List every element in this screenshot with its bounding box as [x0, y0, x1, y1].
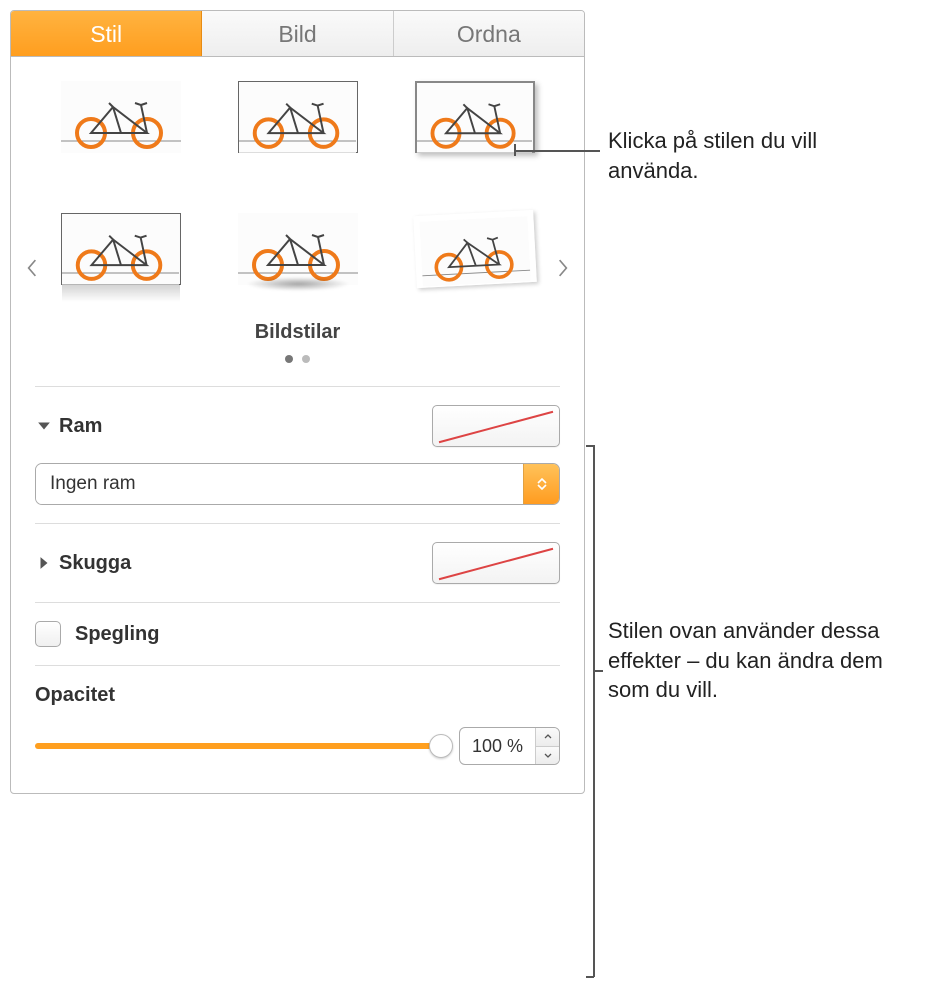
spegling-checkbox[interactable]: [35, 621, 61, 647]
spegling-label: Spegling: [75, 623, 159, 646]
page-dot-1[interactable]: [285, 355, 293, 363]
opacity-step-up[interactable]: [536, 728, 559, 747]
style-thumb-6[interactable]: [415, 213, 535, 285]
style-thumb-1[interactable]: [61, 81, 181, 153]
ram-swatch-none[interactable]: [432, 405, 560, 447]
style-page-dots: [47, 350, 548, 366]
opacity-value-box: 100 %: [459, 727, 560, 765]
callout-style-pick: Klicka på stilen du vill använda.: [608, 126, 908, 185]
image-styles-area: Bildstilar: [11, 57, 584, 386]
ram-dropdown-label: Ingen ram: [36, 464, 523, 504]
style-thumb-3[interactable]: [415, 81, 535, 153]
style-thumb-2[interactable]: [238, 81, 358, 153]
chevron-up-down-icon: [523, 464, 559, 504]
section-skugga: Skugga: [11, 524, 584, 602]
ram-dropdown[interactable]: Ingen ram: [35, 463, 560, 505]
tab-bar: Stil Bild Ordna: [11, 11, 584, 57]
page-dot-2[interactable]: [302, 355, 310, 363]
section-ram: Ram Ingen ram: [11, 387, 584, 523]
callout-effects: Stilen ovan använder dessa effekter – du…: [608, 616, 908, 705]
opacity-value[interactable]: 100 %: [460, 728, 535, 764]
opacity-slider[interactable]: [35, 734, 441, 758]
image-styles-grid: [47, 81, 548, 285]
ram-disclosure[interactable]: [35, 417, 53, 435]
skugga-swatch-none[interactable]: [432, 542, 560, 584]
skugga-label: Skugga: [59, 552, 131, 575]
ram-label: Ram: [59, 415, 102, 438]
section-spegling: Spegling: [11, 603, 584, 665]
format-panel: Stil Bild Ordna: [10, 10, 585, 794]
styles-next-button[interactable]: [552, 257, 574, 283]
image-styles-title: Bildstilar: [47, 321, 548, 344]
opacity-step-down[interactable]: [536, 747, 559, 765]
tab-ordna[interactable]: Ordna: [394, 11, 584, 56]
tab-stil[interactable]: Stil: [11, 11, 202, 56]
tab-bild[interactable]: Bild: [202, 11, 393, 56]
style-thumb-4[interactable]: [61, 213, 181, 285]
skugga-disclosure[interactable]: [35, 554, 53, 572]
style-thumb-5[interactable]: [238, 213, 358, 285]
opacity-stepper: [535, 728, 559, 764]
opacitet-label: Opacitet: [35, 684, 560, 707]
styles-prev-button[interactable]: [21, 257, 43, 283]
section-opacitet: Opacitet 100 %: [11, 666, 584, 793]
